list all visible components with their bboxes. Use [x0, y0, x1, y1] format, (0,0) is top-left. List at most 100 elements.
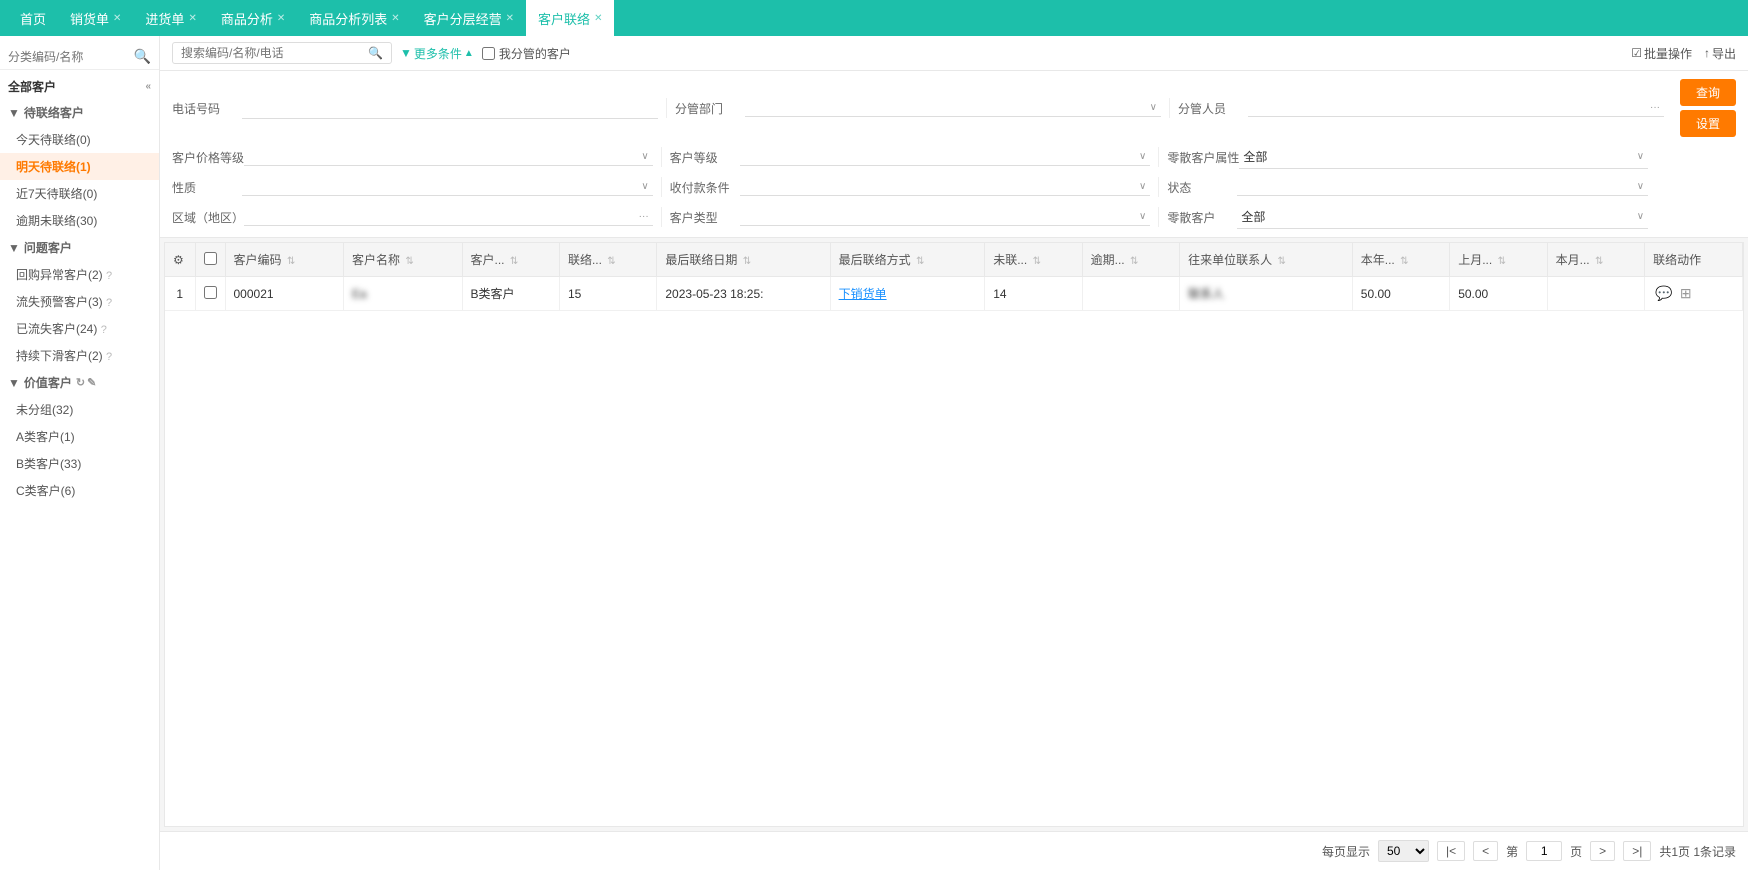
table-row: 1 000021 Ea B类客户 15 2023-05-23 18:25: 下销… [165, 277, 1743, 311]
my-customers-checkbox[interactable]: 我分管的客户 [482, 45, 571, 62]
sidebar-item-declining[interactable]: 持续下滑客户(2) ? [0, 342, 159, 369]
table-wrapper: ⚙ 客户编码 ⇅ 客户名称 ⇅ [164, 242, 1744, 827]
col-header-last-month[interactable]: 上月... ⇅ [1450, 243, 1547, 277]
close-icon[interactable]: ✕ [594, 13, 602, 24]
filter-label-person: 分管人员 [1178, 100, 1248, 117]
sidebar-item-class-c[interactable]: C类客户(6) [0, 477, 159, 504]
nav-item-purchase[interactable]: 进货单 ✕ [133, 0, 208, 36]
filter-person-select[interactable]: ··· [1248, 99, 1664, 117]
nav-item-customer-contact[interactable]: 客户联络 ✕ [526, 0, 614, 36]
col-header-type[interactable]: 客户... ⇅ [462, 243, 559, 277]
col-header-name[interactable]: 客户名称 ⇅ [344, 243, 463, 277]
filter-nature-select[interactable]: ∨ [242, 178, 653, 196]
filter-customer-level-select[interactable]: ∨ [740, 148, 1151, 166]
col-settings[interactable]: ⚙ [165, 243, 195, 277]
row-checkbox[interactable] [195, 277, 225, 311]
nav-item-home[interactable]: 首页 [8, 0, 58, 36]
filter-region-select[interactable]: ··· [244, 208, 653, 226]
nav-item-sales[interactable]: 销货单 ✕ [58, 0, 133, 36]
toolbar: 🔍 ▼ 更多条件 ▲ 我分管的客户 ☑ 批量操作 ↑ 导出 [160, 36, 1748, 71]
filter-label-customer-type: 客户类型 [670, 209, 740, 226]
row-index: 1 [165, 277, 195, 311]
col-header-last-date[interactable]: 最后联络日期 ⇅ [657, 243, 830, 277]
sidebar-item-7days[interactable]: 近7天待联络(0) [0, 180, 159, 207]
settings-icon: ⚙ [173, 253, 184, 267]
settings-button[interactable]: 设置 [1680, 110, 1736, 137]
chat-icon[interactable]: 💬 [1655, 285, 1672, 301]
first-page-btn[interactable]: |< [1437, 841, 1465, 861]
sidebar-item-tomorrow[interactable]: 明天待联络(1) [0, 153, 159, 180]
row-contacts: 15 [559, 277, 656, 311]
col-checkbox[interactable] [195, 243, 225, 277]
filter-status-select[interactable]: ∨ [1237, 178, 1648, 196]
page-suffix: 页 [1570, 843, 1582, 860]
col-header-overdue[interactable]: 逾期... ⇅ [1082, 243, 1179, 277]
close-icon[interactable]: ✕ [391, 13, 399, 24]
grid-icon[interactable]: ⊞ [1680, 285, 1692, 301]
row-last-method[interactable]: 下销货单 [830, 277, 985, 311]
sort-icon: ⇅ [1033, 256, 1041, 267]
col-header-uncontacted[interactable]: 未联... ⇅ [985, 243, 1082, 277]
filter-retail-select[interactable]: 全部 ∨ [1237, 205, 1648, 229]
sidebar-item-class-b[interactable]: B类客户(33) [0, 450, 159, 477]
next-page-btn[interactable]: > [1590, 841, 1615, 861]
filter-phone-input[interactable] [242, 98, 658, 119]
row-this-month [1547, 277, 1644, 311]
refresh-icon[interactable]: ↻ [76, 376, 85, 389]
row-last-month: 50.00 [1450, 277, 1547, 311]
sidebar-item-ungrouped[interactable]: 未分组(32) [0, 396, 159, 423]
nav-item-analysis[interactable]: 商品分析 ✕ [209, 0, 297, 36]
sidebar-item-today[interactable]: 今天待联络(0) [0, 126, 159, 153]
total-label: 共1页 1条记录 [1659, 843, 1736, 860]
search-icon[interactable]: 🔍 [368, 46, 383, 60]
nav-item-analysis-list[interactable]: 商品分析列表 ✕ [297, 0, 411, 36]
sort-icon: ⇅ [510, 256, 518, 267]
filter-label-region: 区域（地区） [172, 209, 244, 226]
edit-icon[interactable]: ✎ [87, 376, 96, 389]
filter-price-level-select[interactable]: ∨ [244, 148, 653, 166]
filter-label-status: 状态 [1167, 179, 1237, 196]
last-page-btn[interactable]: >| [1623, 841, 1651, 861]
top-nav: 首页 销货单 ✕ 进货单 ✕ 商品分析 ✕ 商品分析列表 ✕ 客户分层经营 ✕ … [0, 0, 1748, 36]
close-icon[interactable]: ✕ [188, 13, 196, 24]
filter-dept-select[interactable]: ∨ [745, 99, 1161, 117]
filter-payment-select[interactable]: ∨ [740, 178, 1151, 196]
toolbar-search-box[interactable]: 🔍 [172, 42, 392, 64]
filter-panel: 电话号码 分管部门 ∨ 分管人员 ··· [160, 71, 1748, 238]
collapse-icon[interactable]: « [145, 81, 151, 92]
sort-icon: ⇅ [743, 256, 751, 267]
group-label-problem: 问题客户 [24, 239, 72, 256]
sidebar-item-repurchase-abnormal[interactable]: 回购异常客户(2) ? [0, 261, 159, 288]
col-header-contact-person[interactable]: 往来单位联系人 ⇅ [1180, 243, 1353, 277]
close-icon[interactable]: ✕ [506, 13, 514, 24]
col-header-this-month[interactable]: 本月... ⇅ [1547, 243, 1644, 277]
batch-op-btn[interactable]: ☑ 批量操作 [1631, 45, 1692, 62]
filter-toggle[interactable]: ▼ 更多条件 ▲ [400, 45, 474, 62]
sidebar-item-overdue[interactable]: 逾期未联络(30) [0, 207, 159, 234]
close-icon[interactable]: ✕ [113, 13, 121, 24]
col-header-code[interactable]: 客户编码 ⇅ [225, 243, 344, 277]
sidebar-item-churn-warning[interactable]: 流失预警客户(3) ? [0, 288, 159, 315]
per-page-select[interactable]: 50 100 200 [1378, 840, 1429, 862]
more-icon: ··· [1650, 102, 1660, 113]
search-input[interactable] [181, 46, 368, 60]
page-input[interactable] [1526, 841, 1562, 861]
filter-label-dept: 分管部门 [675, 100, 745, 117]
select-all-checkbox[interactable] [204, 252, 217, 265]
col-header-contacts[interactable]: 联络... ⇅ [559, 243, 656, 277]
check-icon: ☑ [1631, 46, 1642, 60]
filter-retail-attr-select[interactable]: 全部 ∨ [1239, 145, 1648, 169]
nav-item-customer-segment[interactable]: 客户分层经营 ✕ [412, 0, 526, 36]
sidebar-item-churned[interactable]: 已流失客户(24) ? [0, 315, 159, 342]
col-header-this-year[interactable]: 本年... ⇅ [1352, 243, 1449, 277]
row-name[interactable]: Ea [344, 277, 463, 311]
col-header-last-method[interactable]: 最后联络方式 ⇅ [830, 243, 985, 277]
query-button[interactable]: 查询 [1680, 79, 1736, 106]
sidebar-search-input[interactable] [8, 50, 134, 64]
filter-customer-type-select[interactable]: ∨ [740, 208, 1151, 226]
per-page-label: 每页显示 [1322, 843, 1370, 860]
sidebar-item-class-a[interactable]: A类客户(1) [0, 423, 159, 450]
prev-page-btn[interactable]: < [1473, 841, 1498, 861]
close-icon[interactable]: ✕ [277, 13, 285, 24]
export-btn[interactable]: ↑ 导出 [1704, 45, 1736, 62]
